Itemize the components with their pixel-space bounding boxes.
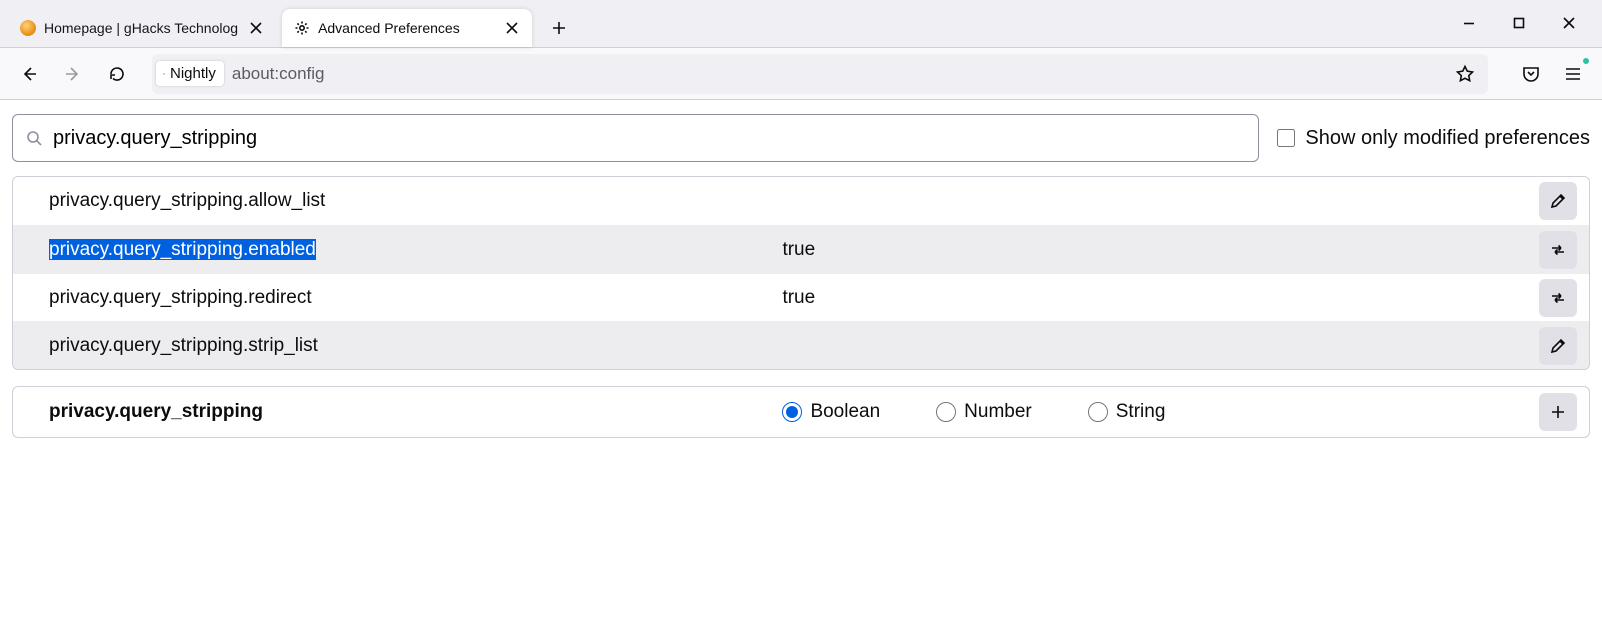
bookmark-button[interactable] — [1450, 59, 1480, 89]
close-icon — [1561, 15, 1577, 31]
edit-pref-button[interactable] — [1539, 327, 1577, 365]
toggle-pref-button[interactable] — [1539, 231, 1577, 269]
type-label: String — [1116, 401, 1166, 423]
type-option-string[interactable]: String — [1088, 401, 1166, 423]
pencil-icon — [1549, 192, 1567, 210]
search-row: Show only modified preferences — [12, 114, 1590, 162]
type-radio[interactable] — [1088, 402, 1108, 422]
toggle-pref-button[interactable] — [1539, 279, 1577, 317]
url-text: about:config — [232, 64, 1442, 84]
pencil-icon — [1549, 337, 1567, 355]
type-option-boolean[interactable]: Boolean — [782, 401, 880, 423]
arrow-right-icon — [63, 64, 83, 84]
star-icon — [1455, 64, 1475, 84]
gear-favicon-icon — [294, 20, 310, 36]
ghacks-favicon-icon — [20, 20, 36, 36]
search-icon — [25, 129, 43, 147]
type-label: Boolean — [810, 401, 880, 423]
type-option-number[interactable]: Number — [936, 401, 1032, 423]
identity-box[interactable]: Nightly — [156, 61, 224, 86]
pref-name: privacy.query_stripping.allow_list — [49, 190, 782, 212]
show-only-modified-label: Show only modified preferences — [1305, 127, 1590, 150]
pref-name: privacy.query_stripping.strip_list — [49, 335, 782, 357]
tab-title: Advanced Preferences — [318, 20, 494, 36]
pocket-button[interactable] — [1512, 55, 1550, 93]
new-tab-button[interactable] — [542, 11, 576, 45]
reload-icon — [107, 64, 127, 84]
search-box[interactable] — [12, 114, 1259, 162]
new-pref-type-group: Boolean Number String — [782, 401, 1539, 423]
app-menu-button[interactable] — [1554, 55, 1592, 93]
search-input[interactable] — [53, 127, 1246, 150]
type-label: Number — [964, 401, 1032, 423]
new-pref-name: privacy.query_stripping — [49, 401, 782, 423]
maximize-button[interactable] — [1494, 4, 1544, 42]
show-only-modified[interactable]: Show only modified preferences — [1277, 127, 1590, 150]
prefs-table: privacy.query_stripping.allow_listprivac… — [12, 176, 1590, 370]
notification-dot-icon — [1583, 58, 1589, 64]
tab-ghacks[interactable]: Homepage | gHacks Technolog — [8, 9, 276, 47]
pref-name: privacy.query_stripping.redirect — [49, 287, 782, 309]
tab-title: Homepage | gHacks Technolog — [44, 20, 238, 36]
pref-row[interactable]: privacy.query_stripping.strip_list — [13, 321, 1589, 369]
pref-value: true — [782, 287, 1539, 309]
identity-brand: Nightly — [170, 65, 216, 82]
close-window-button[interactable] — [1544, 4, 1594, 42]
pref-value: true — [782, 239, 1539, 261]
url-bar[interactable]: Nightly about:config — [152, 54, 1488, 94]
gear-icon — [294, 20, 310, 36]
minimize-icon — [1461, 15, 1477, 31]
arrow-left-icon — [19, 64, 39, 84]
close-tab-button[interactable] — [246, 18, 266, 38]
reload-button[interactable] — [98, 55, 136, 93]
edit-pref-button[interactable] — [1539, 182, 1577, 220]
maximize-icon — [1511, 15, 1527, 31]
window-controls — [1444, 0, 1594, 47]
show-only-modified-checkbox[interactable] — [1277, 129, 1295, 147]
hamburger-icon — [1563, 64, 1583, 84]
close-icon — [248, 20, 264, 36]
type-radio[interactable] — [936, 402, 956, 422]
swap-icon — [1549, 289, 1567, 307]
forward-button[interactable] — [54, 55, 92, 93]
pref-row[interactable]: privacy.query_stripping.redirecttrue — [13, 273, 1589, 321]
close-tab-button[interactable] — [502, 18, 522, 38]
tab-about-config[interactable]: Advanced Preferences — [282, 9, 532, 47]
close-icon — [504, 20, 520, 36]
plus-icon — [1549, 403, 1567, 421]
about-config-content: Show only modified preferences privacy.q… — [0, 100, 1602, 637]
add-pref-button[interactable] — [1539, 393, 1577, 431]
back-button[interactable] — [10, 55, 48, 93]
pref-row[interactable]: privacy.query_stripping.allow_list — [13, 177, 1589, 225]
pref-name: privacy.query_stripping.enabled — [49, 239, 782, 261]
type-radio[interactable] — [782, 402, 802, 422]
plus-icon — [550, 19, 568, 37]
nav-bar: Nightly about:config — [0, 48, 1602, 100]
swap-icon — [1549, 241, 1567, 259]
tab-bar: Homepage | gHacks Technolog Advanced Pre… — [0, 0, 1602, 48]
new-pref-row: privacy.query_stripping Boolean Number Str… — [12, 386, 1590, 438]
tabs: Homepage | gHacks Technolog Advanced Pre… — [8, 9, 576, 47]
pocket-icon — [1521, 64, 1541, 84]
toolbar-right — [1512, 55, 1592, 93]
pref-row[interactable]: privacy.query_stripping.enabledtrue — [13, 225, 1589, 273]
minimize-button[interactable] — [1444, 4, 1494, 42]
